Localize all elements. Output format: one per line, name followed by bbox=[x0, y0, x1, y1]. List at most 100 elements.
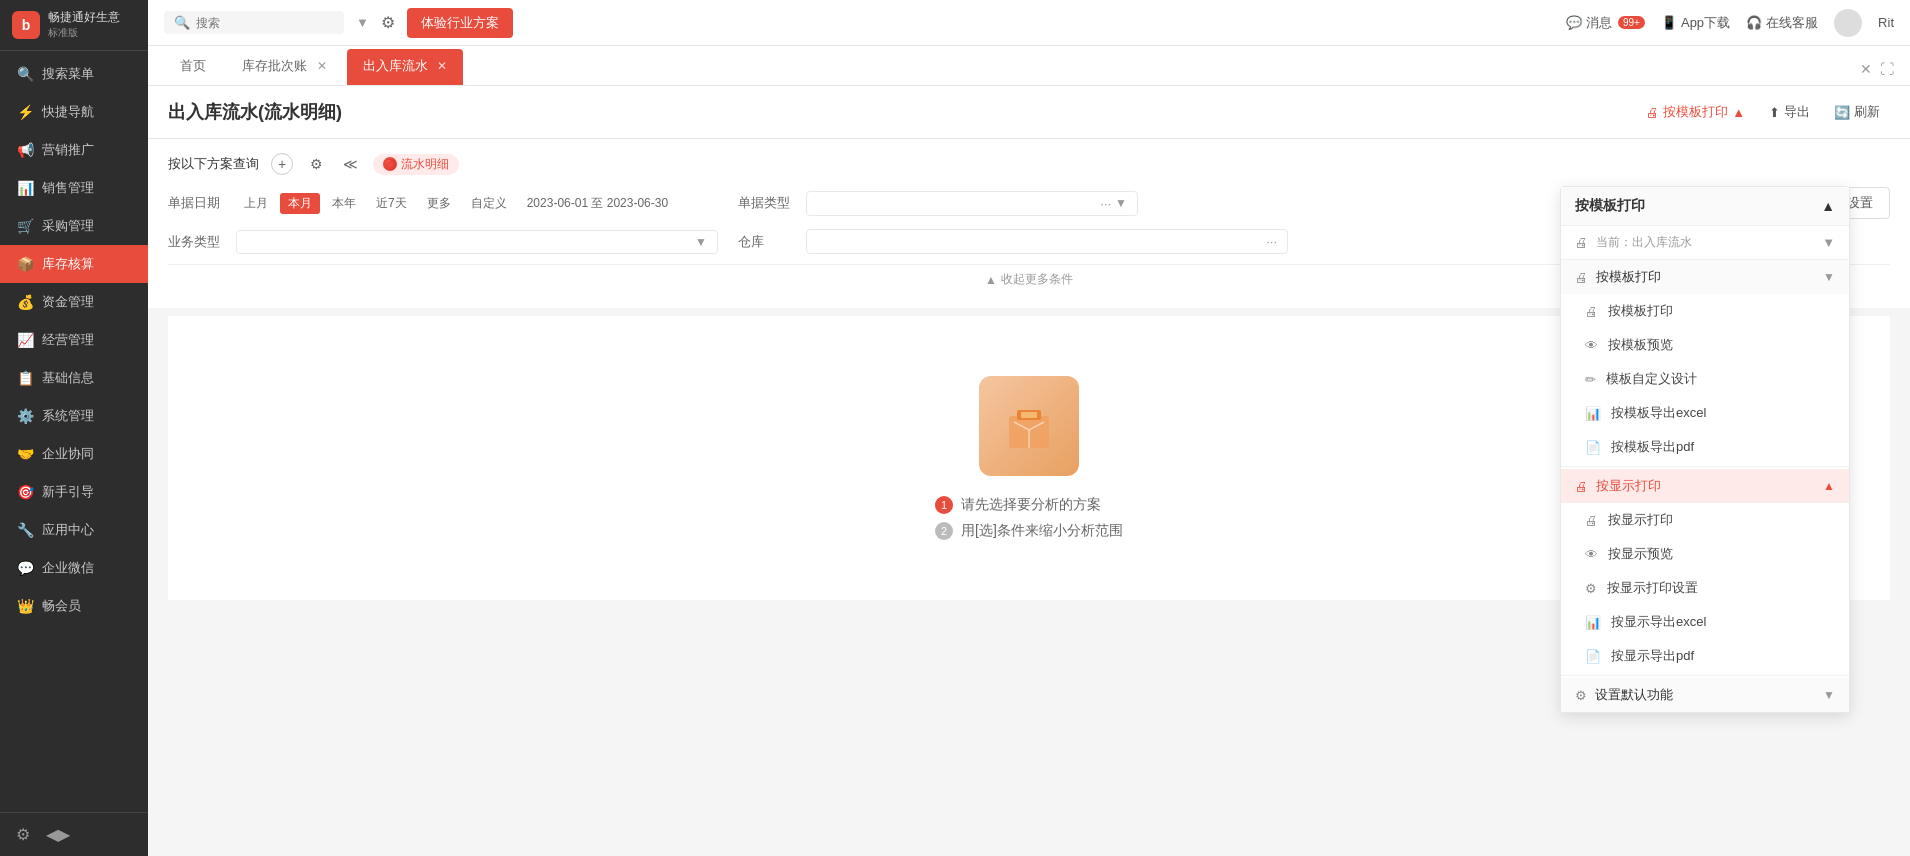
empty-step-1: 1 请先选择要分析的方案 bbox=[935, 496, 1123, 514]
date-opt-last-month[interactable]: 上月 bbox=[236, 193, 276, 214]
dropdown-item-display-print-settings[interactable]: ⚙ 按显示打印设置 bbox=[1561, 571, 1849, 605]
trial-industry-button[interactable]: 体验行业方案 bbox=[407, 8, 513, 38]
sidebar-settings-icon[interactable]: ⚙ bbox=[16, 825, 30, 844]
tab-window-controls: ✕ ⛶ bbox=[1860, 61, 1894, 85]
sidebar-item-wechat[interactable]: 💬 企业微信 bbox=[0, 549, 148, 587]
sidebar-item-operations[interactable]: 📈 经营管理 bbox=[0, 321, 148, 359]
sidebar-item-purchase[interactable]: 🛒 采购管理 bbox=[0, 207, 148, 245]
business-type-label: 业务类型 bbox=[168, 233, 228, 251]
tab-in-out-flow[interactable]: 出入库流水 ✕ bbox=[347, 49, 464, 85]
section-template-toggle[interactable]: ▼ bbox=[1823, 270, 1835, 284]
tab-batch-account[interactable]: 库存批次账 ✕ bbox=[226, 49, 343, 85]
dropdown-item-template-export-pdf[interactable]: 📄 按模板导出pdf bbox=[1561, 430, 1849, 464]
item-display-print-label: 按显示打印 bbox=[1608, 511, 1673, 529]
messages-badge: 99+ bbox=[1618, 16, 1645, 29]
tab-in-out-flow-close[interactable]: ✕ bbox=[437, 59, 447, 73]
sidebar-item-label-purchase: 采购管理 bbox=[42, 217, 94, 235]
date-opt-7days[interactable]: 近7天 bbox=[368, 193, 415, 214]
dropdown-item-display-print[interactable]: 🖨 按显示打印 bbox=[1561, 503, 1849, 537]
item-display-pdf-icon: 📄 bbox=[1585, 649, 1601, 664]
item-template-print-label: 按模板打印 bbox=[1608, 302, 1673, 320]
date-field-label: 单据日期 bbox=[168, 194, 228, 212]
topbar-settings-icon[interactable]: ⚙ bbox=[381, 13, 395, 32]
messages-label: 消息 bbox=[1586, 14, 1612, 32]
collapse-label: 收起更多条件 bbox=[1001, 271, 1073, 288]
filter-settings-button[interactable]: ⚙ bbox=[305, 153, 327, 175]
tab-in-out-flow-label: 出入库流水 bbox=[363, 58, 428, 73]
tab-home[interactable]: 首页 bbox=[164, 49, 222, 85]
sidebar-collapse-icon[interactable]: ◀▶ bbox=[46, 825, 70, 844]
warehouse-select[interactable]: ··· bbox=[806, 229, 1288, 254]
sidebar-item-member[interactable]: 👑 畅会员 bbox=[0, 587, 148, 625]
dropdown-current-label: 当前：出入库流水 bbox=[1596, 234, 1692, 251]
empty-steps: 1 请先选择要分析的方案 2 用[选]条件来缩小分析范围 bbox=[935, 496, 1123, 540]
dropdown-close-icon[interactable]: ▲ bbox=[1821, 198, 1835, 214]
item-pdf-icon: 📄 bbox=[1585, 440, 1601, 455]
step-1-text: 请先选择要分析的方案 bbox=[961, 496, 1101, 514]
sidebar-item-inventory[interactable]: 📦 库存核算 bbox=[0, 245, 148, 283]
svg-rect-2 bbox=[1021, 412, 1037, 418]
print-dropdown-icon: ▲ bbox=[1732, 105, 1745, 120]
sidebar-item-label-inventory: 库存核算 bbox=[42, 255, 94, 273]
item-template-custom-label: 模板自定义设计 bbox=[1606, 370, 1697, 388]
user-avatar[interactable] bbox=[1834, 9, 1862, 37]
sidebar-item-label-basic-info: 基础信息 bbox=[42, 369, 94, 387]
item-print-icon: 🖨 bbox=[1585, 304, 1598, 319]
date-opt-more[interactable]: 更多 bbox=[419, 193, 459, 214]
sidebar-item-marketing[interactable]: 📢 营销推广 bbox=[0, 131, 148, 169]
date-opt-this-month[interactable]: 本月 bbox=[280, 193, 320, 214]
section-header-default[interactable]: ⚙ 设置默认功能 ▼ bbox=[1561, 678, 1849, 712]
section-display-print-label: 按显示打印 bbox=[1596, 477, 1661, 495]
section-template-print-label: 按模板打印 bbox=[1596, 268, 1661, 286]
sidebar-item-finance[interactable]: 💰 资金管理 bbox=[0, 283, 148, 321]
sidebar-item-icon-member: 👑 bbox=[16, 597, 34, 615]
sidebar-item-app-center[interactable]: 🔧 应用中心 bbox=[0, 511, 148, 549]
tab-close-window-icon[interactable]: ✕ bbox=[1860, 61, 1872, 77]
step-1-number: 1 bbox=[935, 496, 953, 514]
topbar-dropdown-icon[interactable]: ▼ bbox=[356, 15, 369, 30]
sidebar-item-sales[interactable]: 📊 销售管理 bbox=[0, 169, 148, 207]
section-display-toggle[interactable]: ▲ bbox=[1823, 479, 1835, 493]
messages-button[interactable]: 💬 消息 99+ bbox=[1566, 14, 1645, 32]
app-download-button[interactable]: 📱 App下载 bbox=[1661, 14, 1730, 32]
tab-batch-account-close[interactable]: ✕ bbox=[317, 59, 327, 73]
refresh-button[interactable]: 🔄 刷新 bbox=[1824, 98, 1890, 126]
filter-add-button[interactable]: + bbox=[271, 153, 293, 175]
dropdown-item-display-preview[interactable]: 👁 按显示预览 bbox=[1561, 537, 1849, 571]
sidebar-item-system[interactable]: ⚙️ 系统管理 bbox=[0, 397, 148, 435]
search-input[interactable] bbox=[196, 16, 316, 30]
business-type-select[interactable]: ▼ bbox=[236, 230, 718, 254]
export-button[interactable]: ⬆ 导出 bbox=[1759, 98, 1820, 126]
dropdown-item-template-preview[interactable]: 👁 按模板预览 bbox=[1561, 328, 1849, 362]
date-opt-custom[interactable]: 自定义 bbox=[463, 193, 515, 214]
dropdown-item-template-export-excel[interactable]: 📊 按模板导出excel bbox=[1561, 396, 1849, 430]
date-opt-this-year[interactable]: 本年 bbox=[324, 193, 364, 214]
tab-maximize-icon[interactable]: ⛶ bbox=[1880, 61, 1894, 77]
item-preview-icon: 👁 bbox=[1585, 338, 1598, 353]
customer-service-label: 在线客服 bbox=[1766, 14, 1818, 32]
dropdown-item-template-custom[interactable]: ✏ 模板自定义设计 bbox=[1561, 362, 1849, 396]
step-2-text: 用[选]条件来缩小分析范围 bbox=[961, 522, 1123, 540]
dropdown-item-template-print[interactable]: 🖨 按模板打印 bbox=[1561, 294, 1849, 328]
date-filter-field: 单据日期 上月 本月 本年 近7天 更多 自定义 2023-06-01 至 20… bbox=[168, 193, 718, 214]
filter-tag-flow-detail[interactable]: ⭕ 流水明细 bbox=[373, 154, 459, 175]
dropdown-item-display-export-pdf[interactable]: 📄 按显示导出pdf bbox=[1561, 639, 1849, 673]
topbar-search-box: 🔍 bbox=[164, 11, 344, 34]
section-default-toggle[interactable]: ▼ bbox=[1823, 688, 1835, 702]
sidebar-item-search[interactable]: 🔍 搜索菜单 bbox=[0, 55, 148, 93]
sidebar-item-guide[interactable]: 🎯 新手引导 bbox=[0, 473, 148, 511]
sidebar-item-label-system: 系统管理 bbox=[42, 407, 94, 425]
sidebar-item-quick-nav[interactable]: ⚡ 快捷导航 bbox=[0, 93, 148, 131]
sidebar-item-enterprise[interactable]: 🤝 企业协同 bbox=[0, 435, 148, 473]
doc-type-select[interactable]: ··· ▼ bbox=[806, 191, 1138, 216]
section-divider-2 bbox=[1561, 675, 1849, 676]
dropdown-current-arrow[interactable]: ▼ bbox=[1822, 235, 1835, 250]
print-template-button[interactable]: 🖨 按模板打印 ▲ bbox=[1636, 98, 1755, 126]
customer-service-button[interactable]: 🎧 在线客服 bbox=[1746, 14, 1818, 32]
page-content: 出入库流水(流水明细) 🖨 按模板打印 ▲ ⬆ 导出 🔄 刷新 bbox=[148, 86, 1910, 856]
filter-collapse-button[interactable]: ≪ bbox=[339, 153, 361, 175]
dropdown-item-display-export-excel[interactable]: 📊 按显示导出excel bbox=[1561, 605, 1849, 639]
sidebar-item-basic-info[interactable]: 📋 基础信息 bbox=[0, 359, 148, 397]
refresh-icon: 🔄 bbox=[1834, 105, 1850, 120]
sidebar-item-label-enterprise: 企业协同 bbox=[42, 445, 94, 463]
